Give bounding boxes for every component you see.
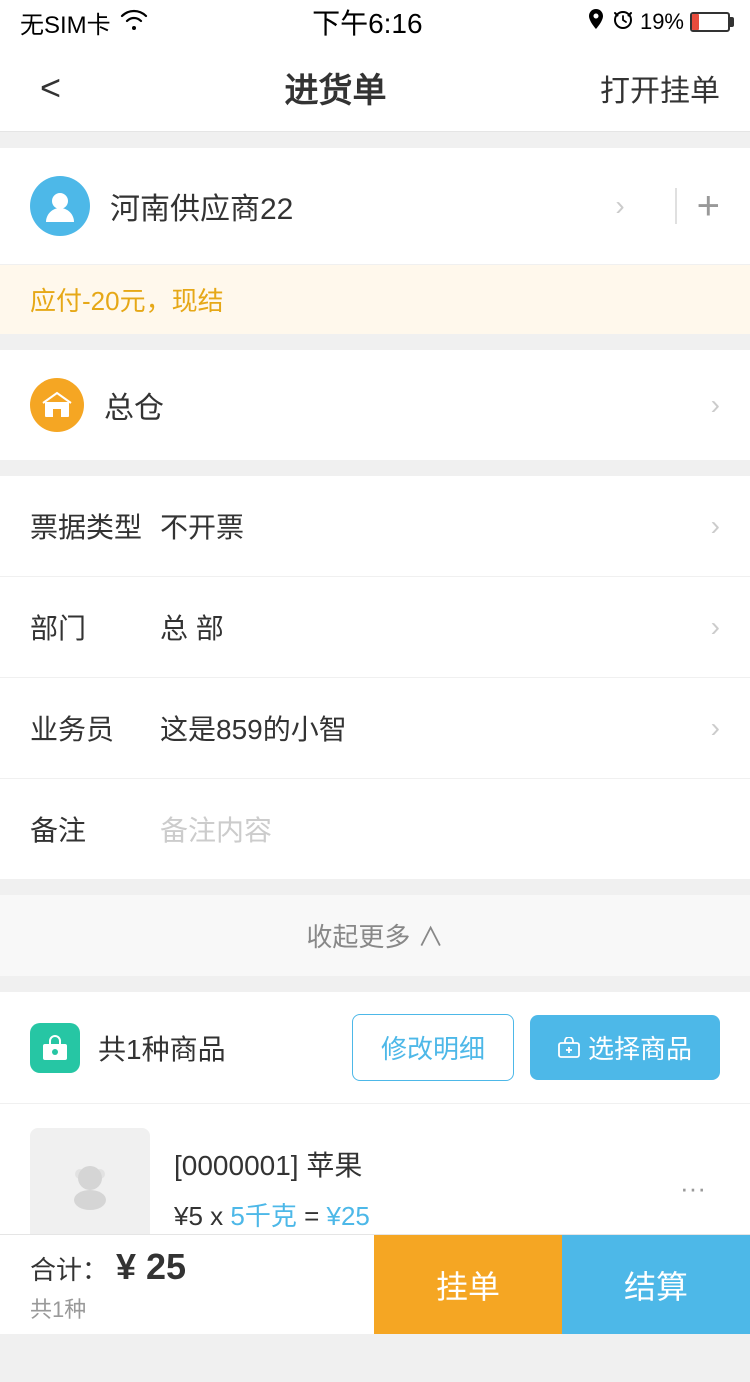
select-product-button[interactable]: 选择商品 — [530, 1015, 720, 1080]
supplier-divider — [675, 188, 677, 224]
product-thumbnail — [30, 1128, 150, 1248]
invoice-type-value: 不开票 — [160, 506, 711, 546]
status-left: 无SIM卡 — [20, 5, 149, 40]
remark-label: 备注 — [30, 809, 160, 849]
total-section: 合计： ¥ 25 共1种 — [0, 1235, 374, 1334]
salesperson-label: 业务员 — [30, 708, 160, 748]
salesperson-row[interactable]: 业务员 这是859的小智 › — [0, 678, 750, 779]
price-separator: x — [210, 1201, 230, 1231]
cart-icon — [558, 1037, 580, 1059]
product-header: 共1种商品 修改明细 选择商品 — [0, 992, 750, 1104]
supplier-arrow-icon: › — [615, 190, 624, 222]
select-product-label: 选择商品 — [588, 1029, 692, 1066]
form-section: 票据类型 不开票 › 部门 总 部 › 业务员 这是859的小智 › 备注 备注… — [0, 476, 750, 879]
subtotal: ¥25 — [327, 1201, 370, 1231]
page-title: 进货单 — [285, 63, 387, 112]
payment-notice: 应付-20元，现结 — [0, 265, 750, 334]
battery-percent: 19% — [640, 9, 684, 35]
supplier-avatar — [30, 176, 90, 236]
equals-sign: = — [304, 1201, 326, 1231]
alarm-icon — [612, 8, 634, 36]
checkout-button[interactable]: 结算 — [562, 1235, 750, 1334]
product-count-label: 共1种商品 — [98, 1028, 352, 1068]
invoice-type-row[interactable]: 票据类型 不开票 › — [0, 476, 750, 577]
warehouse-section: 总仓 › — [0, 350, 750, 460]
warehouse-arrow-icon: › — [711, 389, 720, 421]
supplier-name: 河南供应商22 — [110, 184, 615, 228]
department-label: 部门 — [30, 607, 160, 647]
warehouse-name: 总仓 — [104, 383, 711, 427]
wifi-icon — [119, 8, 149, 37]
bottom-bar: 合计： ¥ 25 共1种 挂单 结算 — [0, 1234, 750, 1334]
warehouse-row[interactable]: 总仓 › — [0, 350, 750, 460]
salesperson-value: 这是859的小智 — [160, 708, 711, 748]
department-value: 总 部 — [160, 607, 711, 647]
collapse-button[interactable]: 收起更多 ∧ — [0, 895, 750, 976]
back-button[interactable]: < — [30, 57, 71, 119]
salesperson-arrow-icon: › — [711, 712, 720, 744]
divider-1 — [0, 132, 750, 148]
product-title: 苹果 — [306, 1150, 362, 1181]
supplier-section: 河南供应商22 › + 应付-20元，现结 — [0, 148, 750, 334]
product-info: [0000001] 苹果 ¥5 x 5千克 = ¥25 — [174, 1144, 666, 1233]
pending-button[interactable]: 挂单 — [374, 1235, 562, 1334]
total-sub: 共1种 — [30, 1292, 344, 1324]
edit-detail-button[interactable]: 修改明细 — [352, 1014, 514, 1081]
status-bar: 无SIM卡 下午6:16 19% — [0, 0, 750, 44]
status-right: 19% — [586, 8, 730, 36]
product-icon — [30, 1023, 80, 1073]
collapse-label: 收起更多 ∧ — [306, 917, 443, 954]
nav-bar: < 进货单 打开挂单 — [0, 44, 750, 132]
status-time: 下午6:16 — [312, 2, 423, 42]
supplier-row[interactable]: 河南供应商22 › + — [0, 148, 750, 265]
product-price: ¥5 x 5千克 = ¥25 — [174, 1196, 666, 1233]
invoice-type-label: 票据类型 — [30, 506, 160, 546]
warehouse-icon — [30, 378, 84, 432]
product-name: [0000001] 苹果 — [174, 1144, 666, 1184]
department-row[interactable]: 部门 总 部 › — [0, 577, 750, 678]
invoice-type-arrow-icon: › — [711, 510, 720, 542]
remark-input[interactable]: 备注内容 — [160, 809, 720, 849]
battery-icon — [690, 12, 730, 32]
location-icon — [586, 8, 606, 36]
unit-price: ¥5 — [174, 1201, 203, 1231]
quantity: 5千克 — [230, 1201, 296, 1231]
open-pending-button[interactable]: 打开挂单 — [600, 66, 720, 110]
product-more-button[interactable]: ··· — [666, 1163, 720, 1214]
department-arrow-icon: › — [711, 611, 720, 643]
total-label: 合计： ¥ 25 — [30, 1246, 344, 1288]
total-amount: ¥ 25 — [116, 1246, 186, 1288]
total-text: 合计： — [30, 1250, 108, 1287]
remark-row[interactable]: 备注 备注内容 — [0, 779, 750, 879]
product-placeholder-icon — [60, 1158, 120, 1218]
product-id: [0000001] — [174, 1150, 306, 1181]
carrier-label: 无SIM卡 — [20, 5, 111, 40]
product-section: 共1种商品 修改明细 选择商品 [0000001] 苹果 — [0, 992, 750, 1272]
add-supplier-button[interactable]: + — [697, 186, 720, 226]
